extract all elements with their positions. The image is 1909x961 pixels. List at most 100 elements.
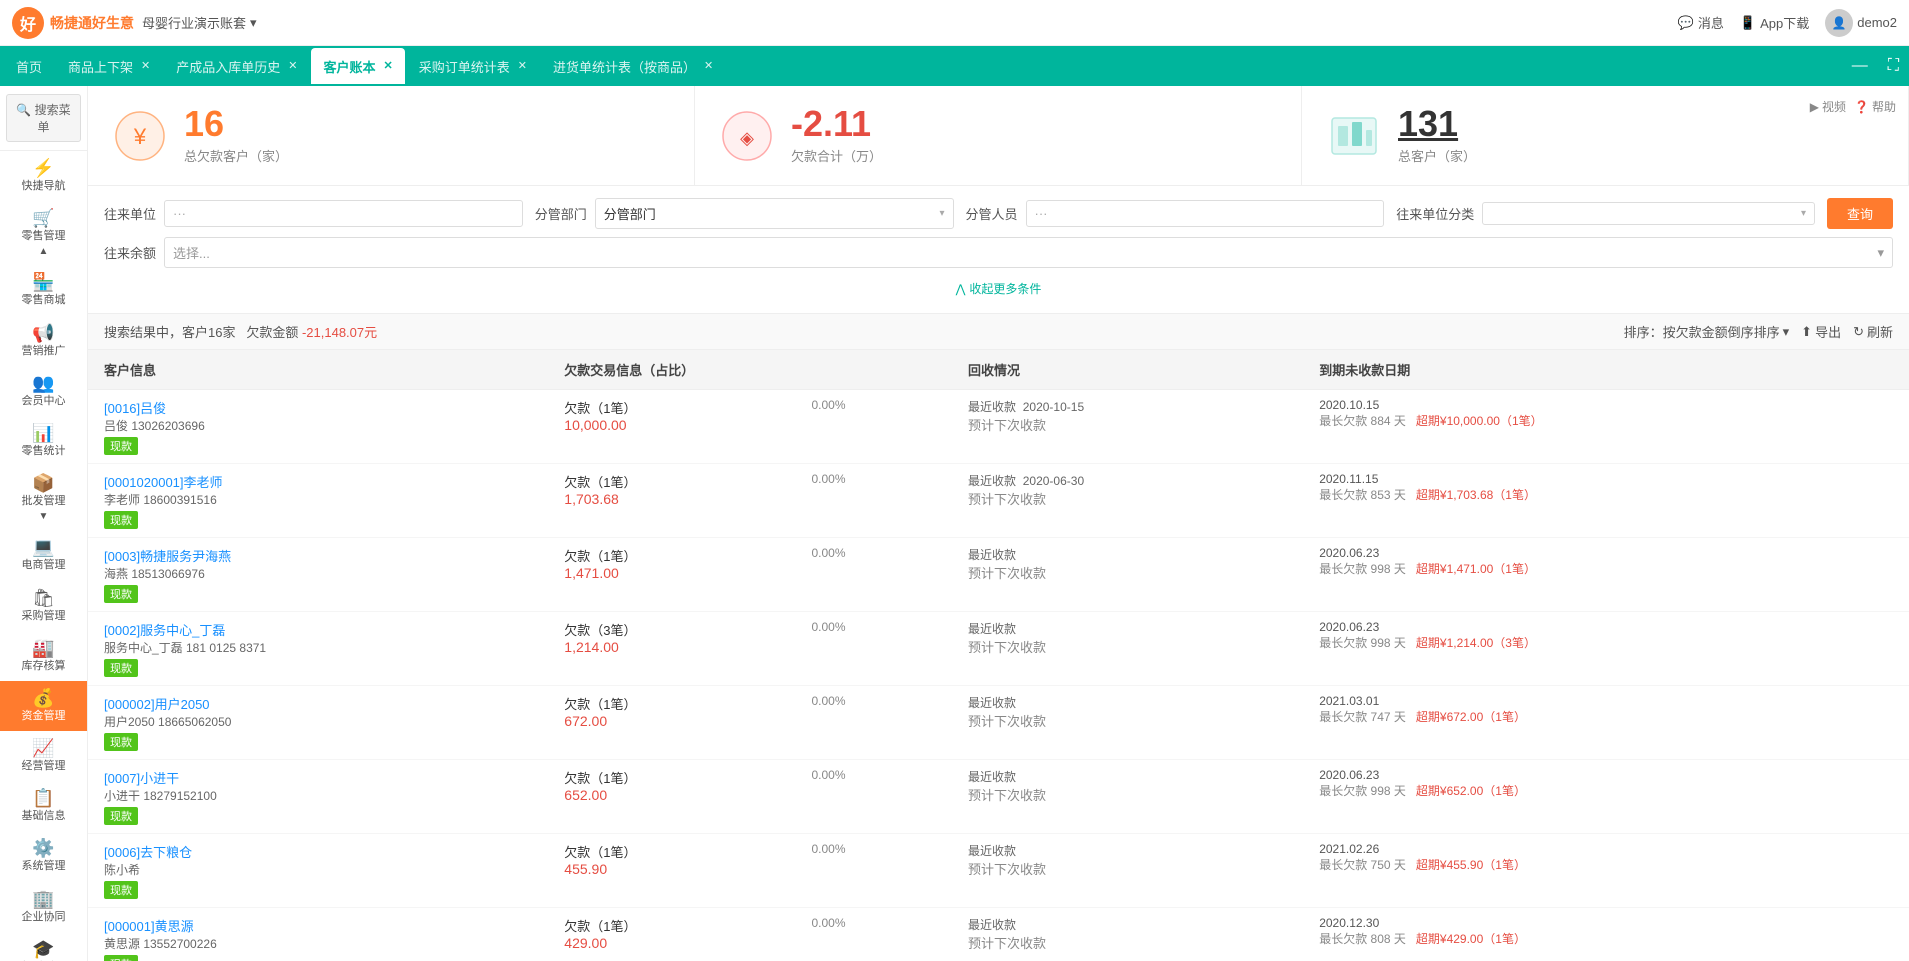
sidebar-item-retail-store[interactable]: 🏪 零售商城 <box>0 265 87 315</box>
debt-count-0: 欠款（1笔） <box>564 398 779 417</box>
tab-home-label: 首页 <box>16 57 42 76</box>
customer-name-6[interactable]: [0006]去下粮仓 <box>104 842 532 861</box>
sidebar-item-ecommerce[interactable]: 💻 电商管理 <box>0 530 87 580</box>
debt-percent-7: 0.00% <box>811 916 936 930</box>
customer-name-0[interactable]: [0016]吕俊 <box>104 398 532 417</box>
tab-customer[interactable]: 客户账本 ✕ <box>311 48 404 84</box>
company-selector[interactable]: 母婴行业演示账套 ▾ <box>142 13 257 32</box>
tab-products-close[interactable]: ✕ <box>141 61 150 72</box>
sidebar-item-guide[interactable]: 🎓 新手引导 <box>0 932 87 961</box>
search-menu-btn[interactable]: 🔍 搜索菜单 <box>6 94 81 142</box>
cell-customer-0: [0016]吕俊 吕俊 13026203696 现款 <box>88 390 548 464</box>
person-input[interactable]: ··· <box>1026 200 1385 227</box>
app-download-btn[interactable]: 📱 App下载 <box>1740 13 1809 32</box>
dept-arrow: ▾ <box>939 208 944 219</box>
search-button[interactable]: 查询 <box>1827 198 1893 229</box>
sidebar-item-quick-nav[interactable]: ⚡ 快捷导航 <box>0 151 87 201</box>
main-layout: 🔍 搜索菜单 ⚡ 快捷导航 🛒 零售管理 ▲ 🏪 零售商城 📢 营销推广 <box>0 86 1909 961</box>
tab-production-close[interactable]: ✕ <box>288 61 297 72</box>
tab-purchase-close[interactable]: ✕ <box>518 61 527 72</box>
debt-amount-7[interactable]: 429.00 <box>564 935 779 951</box>
tab-products[interactable]: 商品上下架 ✕ <box>56 48 162 84</box>
total-customers-info: 131 总客户（家） <box>1398 106 1476 165</box>
sidebar-item-finance[interactable]: 💰 资金管理 <box>0 681 87 731</box>
customer-phone-5: 小进干 18279152100 <box>104 787 532 804</box>
overdue-amount-5[interactable]: 超期¥652.00（1笔） <box>1416 784 1526 798</box>
customer-name-4[interactable]: [000002]用户2050 <box>104 694 532 713</box>
debt-amount-5[interactable]: 652.00 <box>564 787 779 803</box>
overdue-days-3: 最长欠款 998 天 超期¥1,214.00（3笔） <box>1319 634 1893 651</box>
tab-maximize[interactable]: ⛶ <box>1882 57 1905 75</box>
sidebar-item-enterprise[interactable]: 🏢 企业协同 <box>0 882 87 932</box>
collapse-button[interactable]: ⋀ 收起更多条件 <box>104 276 1893 301</box>
overdue-amount-3[interactable]: 超期¥1,214.00（3笔） <box>1416 636 1536 650</box>
debt-amount-1[interactable]: 1,703.68 <box>564 491 779 507</box>
sidebar-item-inventory[interactable]: 🏭 库存核算 <box>0 631 87 681</box>
tab-production[interactable]: 产成品入库单历史 ✕ <box>164 48 309 84</box>
last-collect-date-7 <box>1019 918 1022 932</box>
overdue-days-4: 最长欠款 747 天 超期¥672.00（1笔） <box>1319 708 1893 725</box>
help-btn[interactable]: ❓ 帮助 <box>1854 98 1896 115</box>
cell-customer-4: [000002]用户2050 用户2050 18665062050 现款 <box>88 686 548 760</box>
overdue-amount-4[interactable]: 超期¥672.00（1笔） <box>1416 710 1526 724</box>
debt-amount-6[interactable]: 455.90 <box>564 861 779 877</box>
marketing-icon: 📢 <box>32 324 54 342</box>
tab-customer-close[interactable]: ✕ <box>384 61 393 72</box>
debt-percent-6: 0.00% <box>811 842 936 856</box>
sidebar-item-member[interactable]: 👥 会员中心 <box>0 366 87 416</box>
debt-amount-0[interactable]: 10,000.00 <box>564 417 779 433</box>
sidebar-item-marketing[interactable]: 📢 营销推广 <box>0 316 87 366</box>
overdue-amount-0[interactable]: 超期¥10,000.00（1笔） <box>1416 414 1543 428</box>
sidebar-item-retail-mgmt[interactable]: 🛒 零售管理 ▲ <box>0 201 87 265</box>
customer-phone-3: 服务中心_丁磊 181 0125 8371 <box>104 639 532 656</box>
export-btn[interactable]: ⬆ 导出 <box>1801 322 1841 341</box>
collapse-icon: ⋀ <box>956 282 966 296</box>
balance-select[interactable]: 选择... ▾ <box>164 237 1893 268</box>
sidebar-item-basic[interactable]: 📋 基础信息 <box>0 781 87 831</box>
video-btn[interactable]: ▶ 视频 <box>1810 98 1846 115</box>
batch-mgmt-arrow: ▼ <box>39 511 49 522</box>
tab-minimize[interactable]: — <box>1846 57 1874 75</box>
unit-cat-input[interactable]: ▾ <box>1482 202 1815 225</box>
basic-icon: 📋 <box>32 789 54 807</box>
overdue-amount-7[interactable]: 超期¥429.00（1笔） <box>1416 932 1526 946</box>
message-btn[interactable]: 💬 消息 <box>1678 13 1724 32</box>
customer-name-1[interactable]: [0001020001]李老师 <box>104 472 532 491</box>
tab-import-label: 进货单统计表（按商品） <box>553 57 696 76</box>
customer-name-5[interactable]: [0007]小进干 <box>104 768 532 787</box>
customer-name-3[interactable]: [0002]服务中心_丁磊 <box>104 620 532 639</box>
balance-placeholder: 选择... <box>173 243 210 262</box>
sidebar-item-batch-mgmt[interactable]: 📦 批发管理 ▼ <box>0 466 87 530</box>
overdue-days-1: 最长欠款 853 天 超期¥1,703.68（1笔） <box>1319 486 1893 503</box>
debt-amount-4[interactable]: 672.00 <box>564 713 779 729</box>
debt-amount-2[interactable]: 1,471.00 <box>564 565 779 581</box>
overdue-days-0: 最长欠款 884 天 超期¥10,000.00（1笔） <box>1319 412 1893 429</box>
customer-phone-7: 黄思源 13552700226 <box>104 935 532 952</box>
overdue-amount-6[interactable]: 超期¥455.90（1笔） <box>1416 858 1526 872</box>
refresh-btn[interactable]: ↻ 刷新 <box>1853 322 1893 341</box>
source-unit-input[interactable]: ··· <box>164 200 523 227</box>
sidebar-item-purchase[interactable]: 🛍 采购管理 <box>0 581 87 631</box>
overdue-amount-1[interactable]: 超期¥1,703.68（1笔） <box>1416 488 1536 502</box>
sidebar-item-system[interactable]: ⚙️ 系统管理 <box>0 831 87 881</box>
stat-card-debt-amount: ◈ -2.11 欠款合计（万） <box>695 86 1302 185</box>
video-label: 视频 <box>1822 98 1846 115</box>
overdue-amount-2[interactable]: 超期¥1,471.00（1笔） <box>1416 562 1536 576</box>
sort-selector[interactable]: 排序：按欠款金额倒序排序 ▾ <box>1624 322 1790 341</box>
filter-row-1: 往来单位 ··· 分管部门 分管部门 ▾ 分管人员 ··· <box>104 198 1893 229</box>
quick-nav-icon: ⚡ <box>32 159 54 177</box>
export-icon: ⬆ <box>1801 324 1812 340</box>
tab-import-close[interactable]: ✕ <box>704 61 713 72</box>
customer-name-7[interactable]: [000001]黄思源 <box>104 916 532 935</box>
dept-input[interactable]: 分管部门 ▾ <box>595 198 954 229</box>
cell-customer-3: [0002]服务中心_丁磊 服务中心_丁磊 181 0125 8371 现款 <box>88 612 548 686</box>
sidebar-item-business[interactable]: 📈 经营管理 <box>0 731 87 781</box>
customer-name-2[interactable]: [0003]畅捷服务尹海燕 <box>104 546 532 565</box>
retail-store-icon: 🏪 <box>32 273 54 291</box>
user-info[interactable]: 👤 demo2 <box>1825 9 1897 37</box>
tab-home[interactable]: 首页 <box>4 48 54 84</box>
tab-purchase[interactable]: 采购订单统计表 ✕ <box>407 48 539 84</box>
tab-import[interactable]: 进货单统计表（按商品） ✕ <box>541 48 725 84</box>
sidebar-item-retail-stats[interactable]: 📊 零售统计 <box>0 416 87 466</box>
debt-amount-3[interactable]: 1,214.00 <box>564 639 779 655</box>
